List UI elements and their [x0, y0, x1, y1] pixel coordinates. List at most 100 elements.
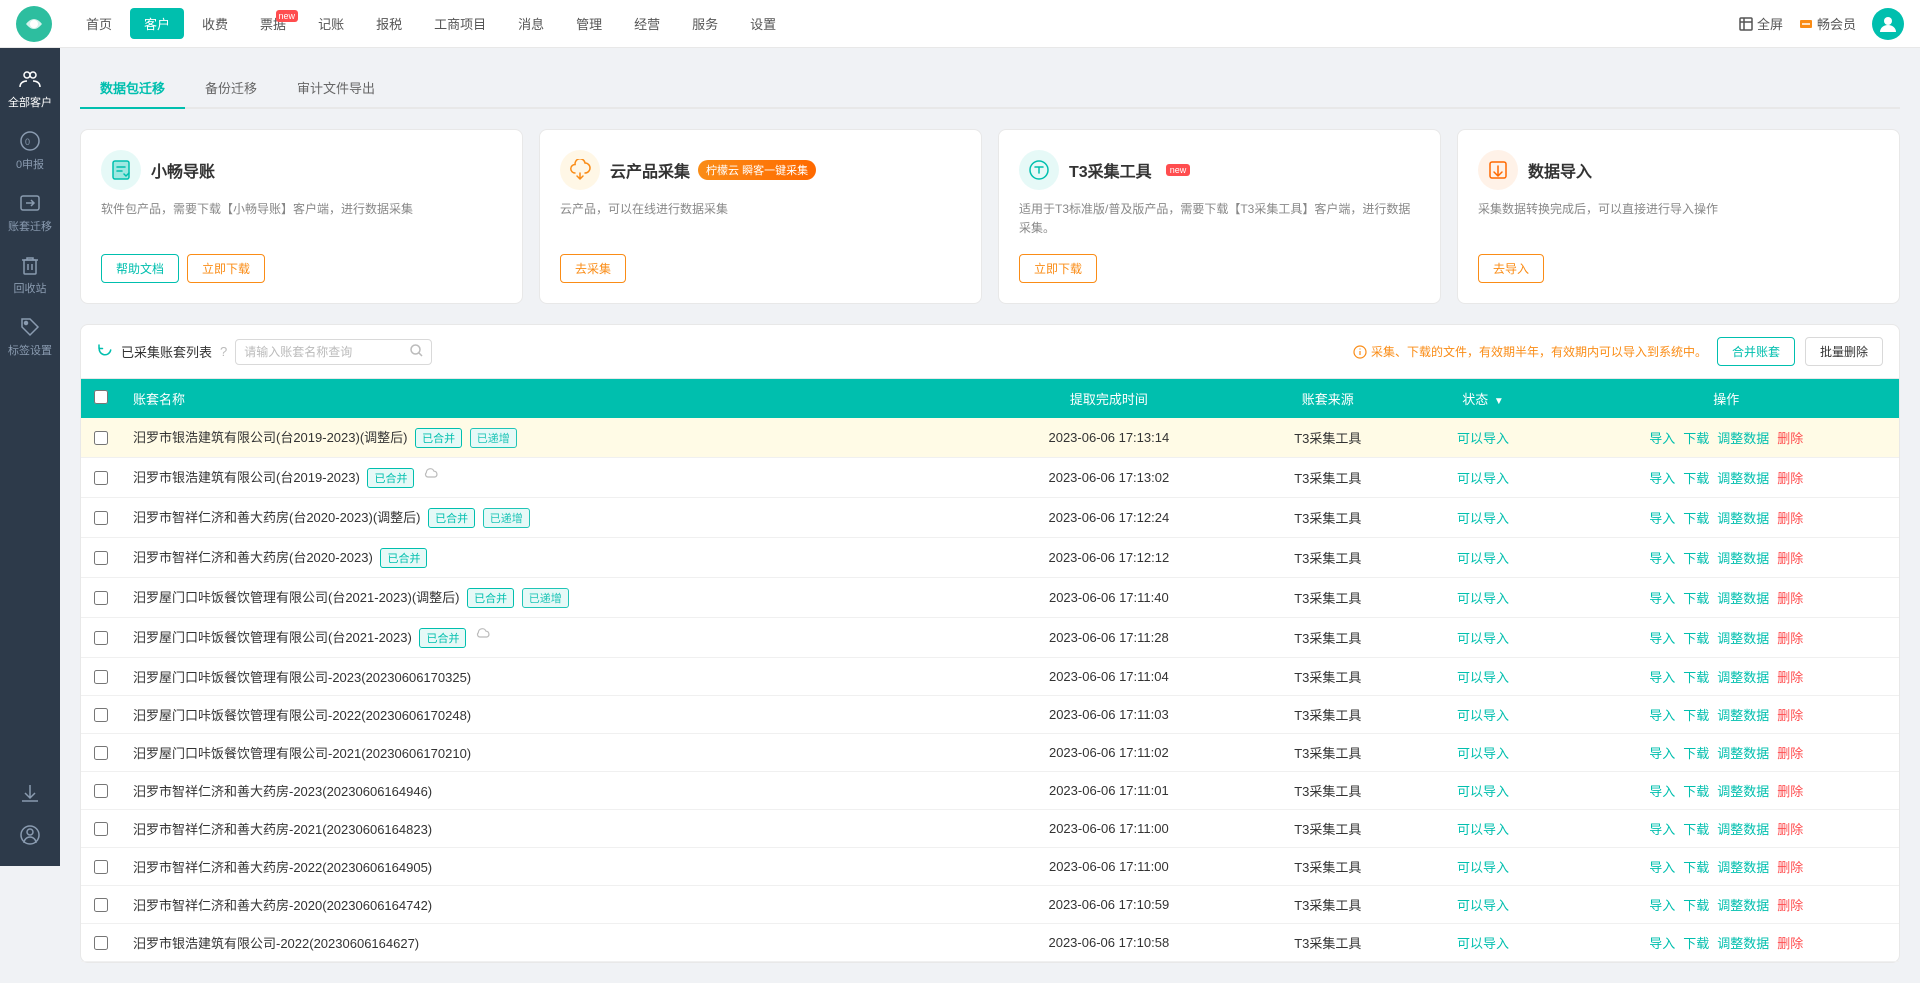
action-delete[interactable]: 删除 — [1777, 431, 1803, 446]
tab-data-migration[interactable]: 数据包迁移 — [80, 68, 185, 109]
btn-download-xiaochangdao[interactable]: 立即下载 — [187, 254, 265, 283]
action-download[interactable]: 下载 — [1683, 471, 1709, 486]
sidebar-item-trash[interactable]: 回收站 — [0, 244, 60, 306]
sidebar-item-zero-report[interactable]: 0 0申报 — [0, 120, 60, 182]
row-checkbox[interactable] — [94, 631, 108, 645]
row-checkbox[interactable] — [94, 708, 108, 722]
action-import[interactable]: 导入 — [1649, 708, 1675, 723]
action-download[interactable]: 下载 — [1683, 631, 1709, 646]
action-delete[interactable]: 删除 — [1777, 631, 1803, 646]
nav-operation[interactable]: 经营 — [620, 8, 674, 39]
action-import[interactable]: 导入 — [1649, 898, 1675, 913]
row-checkbox[interactable] — [94, 670, 108, 684]
btn-help-doc[interactable]: 帮助文档 — [101, 254, 179, 283]
action-import[interactable]: 导入 — [1649, 746, 1675, 761]
action-adjust[interactable]: 调整数据 — [1717, 471, 1769, 486]
action-import[interactable]: 导入 — [1649, 670, 1675, 685]
action-download[interactable]: 下载 — [1683, 670, 1709, 685]
sidebar-item-all-clients[interactable]: 全部客户 — [0, 58, 60, 120]
row-checkbox[interactable] — [94, 746, 108, 760]
row-checkbox[interactable] — [94, 936, 108, 950]
nav-ticket[interactable]: 票据new — [246, 8, 300, 39]
action-import[interactable]: 导入 — [1649, 784, 1675, 799]
action-adjust[interactable]: 调整数据 — [1717, 431, 1769, 446]
btn-go-import[interactable]: 去导入 — [1478, 254, 1544, 283]
action-adjust[interactable]: 调整数据 — [1717, 708, 1769, 723]
action-import[interactable]: 导入 — [1649, 551, 1675, 566]
nav-settings[interactable]: 设置 — [736, 8, 790, 39]
action-delete[interactable]: 删除 — [1777, 822, 1803, 837]
nav-fee[interactable]: 收费 — [188, 8, 242, 39]
nav-message[interactable]: 消息 — [504, 8, 558, 39]
action-delete[interactable]: 删除 — [1777, 860, 1803, 875]
help-icon[interactable]: ? — [220, 344, 227, 359]
action-adjust[interactable]: 调整数据 — [1717, 784, 1769, 799]
action-delete[interactable]: 删除 — [1777, 591, 1803, 606]
row-checkbox[interactable] — [94, 822, 108, 836]
btn-batch-delete[interactable]: 批量删除 — [1805, 337, 1883, 366]
row-checkbox[interactable] — [94, 591, 108, 605]
row-checkbox[interactable] — [94, 784, 108, 798]
action-adjust[interactable]: 调整数据 — [1717, 898, 1769, 913]
action-import[interactable]: 导入 — [1649, 631, 1675, 646]
action-import[interactable]: 导入 — [1649, 936, 1675, 951]
action-adjust[interactable]: 调整数据 — [1717, 822, 1769, 837]
action-delete[interactable]: 删除 — [1777, 936, 1803, 951]
row-checkbox[interactable] — [94, 511, 108, 525]
action-import[interactable]: 导入 — [1649, 860, 1675, 875]
action-download[interactable]: 下载 — [1683, 860, 1709, 875]
row-checkbox[interactable] — [94, 431, 108, 445]
sidebar-item-account-migrate[interactable]: 账套迁移 — [0, 182, 60, 244]
action-delete[interactable]: 删除 — [1777, 471, 1803, 486]
action-delete[interactable]: 删除 — [1777, 898, 1803, 913]
action-download[interactable]: 下载 — [1683, 591, 1709, 606]
status-filter-icon[interactable]: ▼ — [1494, 396, 1504, 407]
nav-account[interactable]: 记账 — [304, 8, 358, 39]
action-download[interactable]: 下载 — [1683, 936, 1709, 951]
action-download[interactable]: 下载 — [1683, 898, 1709, 913]
action-import[interactable]: 导入 — [1649, 822, 1675, 837]
action-import[interactable]: 导入 — [1649, 591, 1675, 606]
action-adjust[interactable]: 调整数据 — [1717, 591, 1769, 606]
search-icon[interactable] — [410, 344, 423, 360]
sidebar-item-tag-settings[interactable]: 标签设置 — [0, 306, 60, 368]
action-download[interactable]: 下载 — [1683, 746, 1709, 761]
search-input[interactable] — [244, 345, 404, 359]
row-checkbox[interactable] — [94, 551, 108, 565]
action-import[interactable]: 导入 — [1649, 431, 1675, 446]
row-checkbox[interactable] — [94, 471, 108, 485]
action-adjust[interactable]: 调整数据 — [1717, 746, 1769, 761]
select-all-checkbox[interactable] — [94, 390, 108, 404]
row-checkbox[interactable] — [94, 898, 108, 912]
action-adjust[interactable]: 调整数据 — [1717, 670, 1769, 685]
tab-backup-migration[interactable]: 备份迁移 — [185, 68, 277, 109]
fullscreen-btn[interactable]: 全屏 — [1739, 14, 1783, 33]
vip-btn[interactable]: 畅会员 — [1799, 14, 1856, 33]
nav-tax[interactable]: 报税 — [362, 8, 416, 39]
action-adjust[interactable]: 调整数据 — [1717, 936, 1769, 951]
action-download[interactable]: 下载 — [1683, 551, 1709, 566]
nav-service[interactable]: 服务 — [678, 8, 732, 39]
action-import[interactable]: 导入 — [1649, 471, 1675, 486]
action-delete[interactable]: 删除 — [1777, 551, 1803, 566]
nav-customer[interactable]: 客户 — [130, 8, 184, 39]
action-download[interactable]: 下载 — [1683, 784, 1709, 799]
action-adjust[interactable]: 调整数据 — [1717, 551, 1769, 566]
btn-collect[interactable]: 去采集 — [560, 254, 626, 283]
action-adjust[interactable]: 调整数据 — [1717, 511, 1769, 526]
action-delete[interactable]: 删除 — [1777, 708, 1803, 723]
action-download[interactable]: 下载 — [1683, 708, 1709, 723]
action-download[interactable]: 下载 — [1683, 822, 1709, 837]
avatar[interactable] — [1872, 8, 1904, 40]
action-delete[interactable]: 删除 — [1777, 670, 1803, 685]
action-adjust[interactable]: 调整数据 — [1717, 860, 1769, 875]
nav-home[interactable]: 首页 — [72, 8, 126, 39]
nav-manage[interactable]: 管理 — [562, 8, 616, 39]
refresh-icon[interactable] — [97, 342, 113, 361]
action-delete[interactable]: 删除 — [1777, 511, 1803, 526]
btn-merge-account[interactable]: 合并账套 — [1717, 337, 1795, 366]
action-adjust[interactable]: 调整数据 — [1717, 631, 1769, 646]
row-checkbox[interactable] — [94, 860, 108, 874]
action-download[interactable]: 下载 — [1683, 431, 1709, 446]
btn-download-t3[interactable]: 立即下载 — [1019, 254, 1097, 283]
